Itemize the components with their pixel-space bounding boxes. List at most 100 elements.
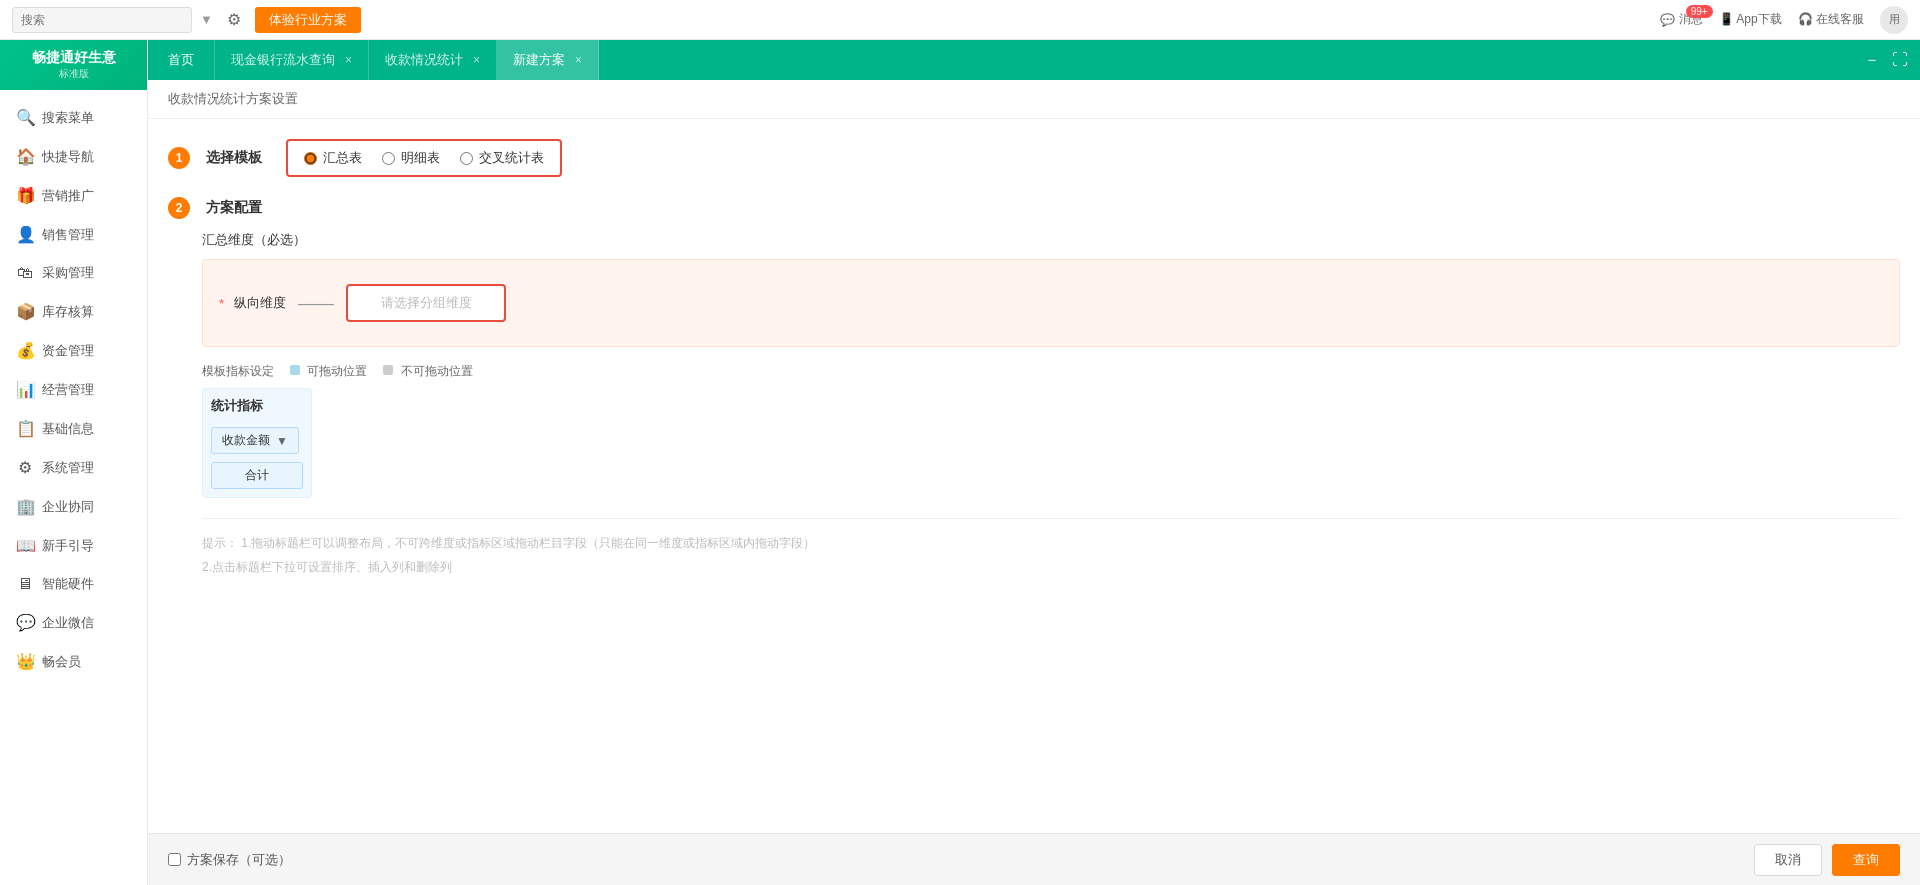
breadcrumb: 收款情况统计方案设置 xyxy=(148,80,1920,119)
header-search-input[interactable] xyxy=(12,7,192,33)
indicator-tag-collection[interactable]: 收款金额 ▼ xyxy=(211,427,299,454)
unmovable-hint-color xyxy=(383,365,393,375)
indicator-tag-label: 收款金额 xyxy=(222,432,270,449)
sidebar-item-basic-info[interactable]: 📋 基础信息 xyxy=(0,409,147,448)
save-option[interactable]: 方案保存（可选） xyxy=(168,851,291,869)
template-summary-label: 汇总表 xyxy=(323,149,362,167)
download-icon: 📱 xyxy=(1719,12,1734,26)
app-download-link[interactable]: 📱 App下载 xyxy=(1719,11,1782,28)
sidebar-item-operations[interactable]: 📊 经营管理 xyxy=(0,370,147,409)
tab-collection-stat[interactable]: 收款情况统计 × xyxy=(369,40,497,80)
step1-row: 1 选择模板 汇总表 明细表 交叉统计表 xyxy=(168,139,1900,177)
sidebar-item-label: 畅会员 xyxy=(42,653,81,671)
sidebar-item-label: 采购管理 xyxy=(42,264,94,282)
sidebar-item-label: 企业协同 xyxy=(42,498,94,516)
trial-industry-button[interactable]: 体验行业方案 xyxy=(255,7,361,33)
tab-bank-flow[interactable]: 现金银行流水查询 × xyxy=(215,40,369,80)
cancel-button[interactable]: 取消 xyxy=(1754,844,1822,876)
sidebar-item-sales[interactable]: 👤 销售管理 xyxy=(0,215,147,254)
search-menu-icon: 🔍 xyxy=(16,108,34,127)
arrow-icon: —— xyxy=(298,293,334,314)
quick-nav-icon: 🏠 xyxy=(16,147,34,166)
tab-new-plan-close[interactable]: × xyxy=(575,53,582,67)
enterprise-icon: 🏢 xyxy=(16,497,34,516)
template-option-cross[interactable]: 交叉统计表 xyxy=(460,149,544,167)
step1-label: 选择模板 xyxy=(206,149,262,167)
sidebar-item-purchase[interactable]: 🛍 采购管理 xyxy=(0,254,147,292)
sidebar-item-enterprise[interactable]: 🏢 企业协同 xyxy=(0,487,147,526)
tips-section: 提示： 1.拖动标题栏可以调整布局，不可跨维度或指标区域拖动栏目字段（只能在同一… xyxy=(202,518,1900,579)
step2-section: 2 方案配置 汇总维度（必选） * 纵向维度 —— xyxy=(168,197,1900,579)
tab-new-plan[interactable]: 新建方案 × xyxy=(497,40,599,80)
indicators-meta: 模板指标设定 可拖动位置 不可拖动位置 xyxy=(202,363,1900,380)
save-checkbox[interactable] xyxy=(168,853,181,866)
sidebar-item-label: 基础信息 xyxy=(42,420,94,438)
sidebar-item-search-menu[interactable]: 🔍 搜索菜单 xyxy=(0,98,147,137)
guide-icon: 📖 xyxy=(16,536,34,555)
sidebar-item-label: 智能硬件 xyxy=(42,575,94,593)
movable-hint-label: 可拖动位置 xyxy=(307,364,367,378)
basic-info-icon: 📋 xyxy=(16,419,34,438)
template-detail-label: 明细表 xyxy=(401,149,440,167)
sidebar-item-label: 快捷导航 xyxy=(42,148,94,166)
settings-gear-button[interactable]: ⚙ xyxy=(221,7,247,33)
search-icon: ▼ xyxy=(200,12,213,27)
sidebar-item-label: 系统管理 xyxy=(42,459,94,477)
sidebar-item-label: 搜索菜单 xyxy=(42,109,94,127)
operations-icon: 📊 xyxy=(16,380,34,399)
sidebar-menu: 🔍 搜索菜单 🏠 快捷导航 🎁 营销推广 👤 销售管理 🛍 采购管理 📦 xyxy=(0,90,147,885)
top-header: ▼ ⚙ 体验行业方案 💬 消息 99+ 📱 App下载 🎧 在线客服 用 xyxy=(0,0,1920,40)
page-content: 收款情况统计方案设置 1 选择模板 汇总表 明细表 xyxy=(148,80,1920,833)
tab-bank-flow-label: 现金银行流水查询 xyxy=(231,51,335,69)
smart-hw-icon: 🖥 xyxy=(16,575,34,593)
template-radio-cross[interactable] xyxy=(460,152,473,165)
sidebar: 畅捷通好生意 标准版 🔍 搜索菜单 🏠 快捷导航 🎁 营销推广 👤 销售管理 xyxy=(0,40,148,885)
sidebar-item-label: 经营管理 xyxy=(42,381,94,399)
finance-icon: 💰 xyxy=(16,341,34,360)
sidebar-item-inventory[interactable]: 📦 库存核算 xyxy=(0,292,147,331)
tab-home[interactable]: 首页 xyxy=(148,40,215,80)
sidebar-item-member[interactable]: 👑 畅会员 xyxy=(0,642,147,681)
movable-hint-color xyxy=(290,365,300,375)
tip-line1: 提示： 1.拖动标题栏可以调整布局，不可跨维度或指标区域拖动栏目字段（只能在同一… xyxy=(202,531,1900,555)
sidebar-item-wechat[interactable]: 💬 企业微信 xyxy=(0,603,147,642)
tab-new-plan-label: 新建方案 xyxy=(513,51,565,69)
sidebar-item-quick-nav[interactable]: 🏠 快捷导航 xyxy=(0,137,147,176)
user-avatar[interactable]: 用 xyxy=(1880,6,1908,34)
step2-number: 2 xyxy=(168,197,190,219)
tab-bank-flow-close[interactable]: × xyxy=(345,53,352,67)
template-option-detail[interactable]: 明细表 xyxy=(382,149,440,167)
inventory-icon: 📦 xyxy=(16,302,34,321)
sidebar-item-guide[interactable]: 📖 新手引导 xyxy=(0,526,147,565)
template-radio-summary[interactable] xyxy=(304,152,317,165)
summary-dim-title: 汇总维度（必选） xyxy=(202,231,1900,249)
dim-selector-box[interactable]: 请选择分组维度 xyxy=(346,284,506,322)
header-left: ▼ ⚙ 体验行业方案 xyxy=(12,7,361,33)
tab-bar: 首页 现金银行流水查询 × 收款情况统计 × 新建方案 × － ⛶ xyxy=(148,40,1920,80)
vertical-dim-label: 纵向维度 xyxy=(234,294,286,312)
template-radio-detail[interactable] xyxy=(382,152,395,165)
unmovable-hint-label: 不可拖动位置 xyxy=(401,364,473,378)
query-button[interactable]: 查询 xyxy=(1832,844,1900,876)
sidebar-item-smart-hw[interactable]: 🖥 智能硬件 xyxy=(0,565,147,603)
step2-label: 方案配置 xyxy=(206,199,262,217)
sidebar-item-finance[interactable]: 💰 资金管理 xyxy=(0,331,147,370)
indicator-box: 统计指标 收款金额 ▼ 合计 xyxy=(202,388,312,498)
message-icon: 💬 xyxy=(1660,13,1675,27)
sales-icon: 👤 xyxy=(16,225,34,244)
sidebar-item-system[interactable]: ⚙ 系统管理 xyxy=(0,448,147,487)
app-name: 畅捷通好生意 xyxy=(32,49,116,67)
tab-minimize-button[interactable]: － xyxy=(1860,46,1884,75)
dimension-panel: * 纵向维度 —— 请选择分组维度 xyxy=(202,259,1900,347)
online-support-link[interactable]: 🎧 在线客服 xyxy=(1798,11,1864,28)
notification-area[interactable]: 💬 消息 99+ xyxy=(1660,11,1703,28)
tab-collection-stat-close[interactable]: × xyxy=(473,53,480,67)
wechat-icon: 💬 xyxy=(16,613,34,632)
system-icon: ⚙ xyxy=(16,458,34,477)
tab-maximize-button[interactable]: ⛶ xyxy=(1888,47,1912,73)
sidebar-item-label: 库存核算 xyxy=(42,303,94,321)
template-option-summary[interactable]: 汇总表 xyxy=(304,149,362,167)
bottom-actions: 取消 查询 xyxy=(1754,844,1900,876)
sidebar-item-marketing[interactable]: 🎁 营销推广 xyxy=(0,176,147,215)
notification-count: 99+ xyxy=(1686,5,1713,18)
